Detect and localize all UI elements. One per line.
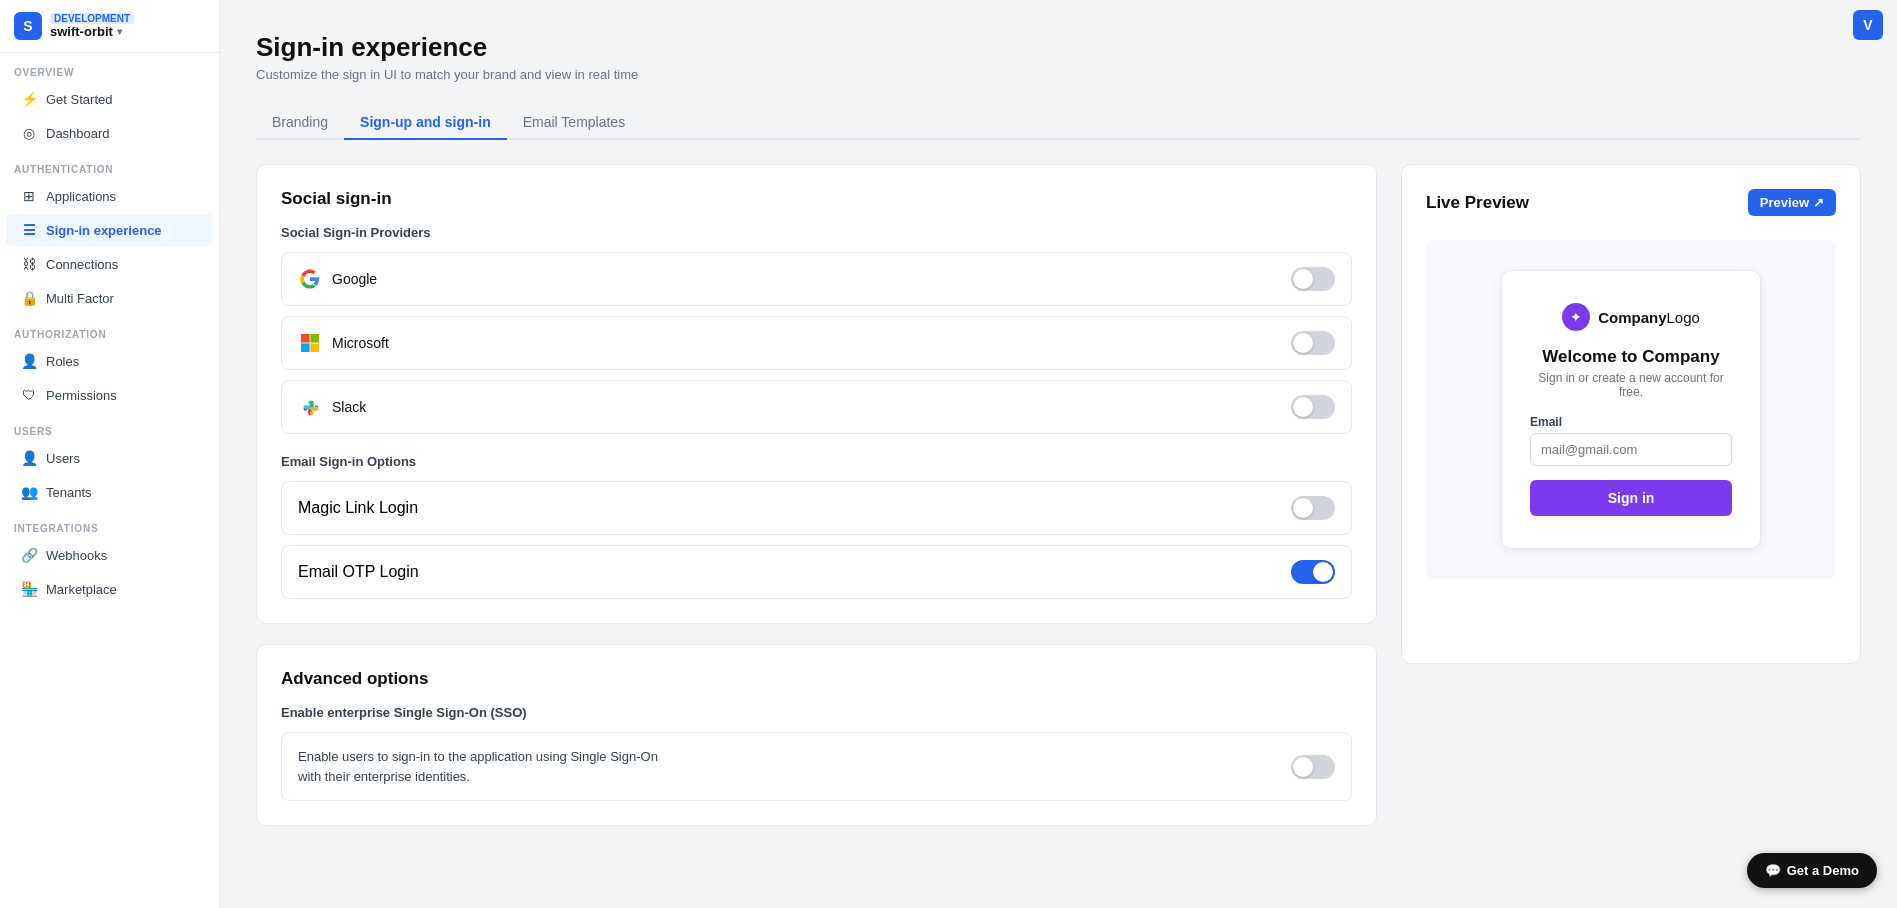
preview-title: Live Preview <box>1426 193 1529 213</box>
mock-signin-button[interactable]: Sign in <box>1530 480 1732 516</box>
microsoft-toggle[interactable] <box>1291 331 1335 355</box>
google-icon <box>298 267 322 291</box>
page-subtitle: Customize the sign in UI to match your b… <box>256 67 1861 82</box>
bolt-icon: ⚡ <box>20 90 38 108</box>
sso-description: Enable users to sign-in to the applicati… <box>298 747 678 786</box>
providers-label: Social Sign-in Providers <box>281 225 1352 240</box>
google-label: Google <box>332 271 377 287</box>
lock-icon: 🔒 <box>20 289 38 307</box>
tab-signup-signin[interactable]: Sign-up and sign-in <box>344 106 507 140</box>
svg-rect-1 <box>310 334 319 343</box>
slack-toggle[interactable] <box>1291 395 1335 419</box>
svg-rect-2 <box>301 343 310 352</box>
user-icon: 👤 <box>20 449 38 467</box>
magic-link-label: Magic Link Login <box>298 499 418 517</box>
sidebar-item-sign-in-experience[interactable]: ☰ Sign-in experience <box>6 214 213 246</box>
tab-bar: Branding Sign-up and sign-in Email Templ… <box>256 106 1861 140</box>
preview-header: Live Preview Preview ↗ <box>1426 189 1836 216</box>
sidebar-item-webhooks[interactable]: 🔗 Webhooks <box>6 539 213 571</box>
slack-label: Slack <box>332 399 366 415</box>
left-panel: Social sign-in Social Sign-in Providers <box>256 164 1377 826</box>
right-panel: Live Preview Preview ↗ ✦ CompanyLogo <box>1401 164 1861 826</box>
external-link-icon: ↗ <box>1813 195 1824 210</box>
preview-card: Live Preview Preview ↗ ✦ CompanyLogo <box>1401 164 1861 664</box>
advanced-options-card: Advanced options Enable enterprise Singl… <box>256 644 1377 826</box>
google-provider-left: Google <box>298 267 377 291</box>
mock-logo-text: Company <box>1598 309 1666 326</box>
social-signin-card: Social sign-in Social Sign-in Providers <box>256 164 1377 624</box>
magic-link-toggle[interactable] <box>1291 496 1335 520</box>
sidebar-item-tenants[interactable]: 👥 Tenants <box>6 476 213 508</box>
section-integrations: INTEGRATIONS <box>0 509 219 538</box>
sidebar: S DEVELOPMENT swift-orbit ▾ OVERVIEW ⚡ G… <box>0 0 220 908</box>
mock-subtext: Sign in or create a new account for free… <box>1530 371 1732 399</box>
google-provider-row: Google <box>281 252 1352 306</box>
chat-icon: 💬 <box>1765 863 1781 878</box>
chevron-down-icon: ▾ <box>117 26 122 37</box>
magic-link-row: Magic Link Login <box>281 481 1352 535</box>
connections-icon: ⛓ <box>20 255 38 273</box>
get-demo-button[interactable]: 💬 Get a Demo <box>1747 853 1877 888</box>
webhooks-icon: 🔗 <box>20 546 38 564</box>
svg-rect-3 <box>310 343 319 352</box>
sidebar-item-applications[interactable]: ⊞ Applications <box>6 180 213 212</box>
page-title: Sign-in experience <box>256 32 1861 63</box>
main-content: Sign-in experience Customize the sign in… <box>220 0 1897 908</box>
preview-button[interactable]: Preview ↗ <box>1748 189 1836 216</box>
email-otp-row: Email OTP Login <box>281 545 1352 599</box>
env-badge: DEVELOPMENT <box>50 13 134 24</box>
sso-row: Enable users to sign-in to the applicati… <box>281 732 1352 801</box>
mock-logo-icon: ✦ <box>1562 303 1590 331</box>
slack-icon <box>298 395 322 419</box>
sidebar-item-connections[interactable]: ⛓ Connections <box>6 248 213 280</box>
sso-label: Enable enterprise Single Sign-On (SSO) <box>281 705 1352 720</box>
roles-icon: 👤 <box>20 352 38 370</box>
dashboard-icon: ◎ <box>20 124 38 142</box>
email-otp-label: Email OTP Login <box>298 563 419 581</box>
org-name: swift-orbit ▾ <box>50 24 134 39</box>
social-signin-title: Social sign-in <box>281 189 1352 209</box>
sidebar-item-marketplace[interactable]: 🏪 Marketplace <box>6 573 213 605</box>
sign-in-icon: ☰ <box>20 221 38 239</box>
sidebar-item-users[interactable]: 👤 Users <box>6 442 213 474</box>
sidebar-item-get-started[interactable]: ⚡ Get Started <box>6 83 213 115</box>
sso-toggle[interactable] <box>1291 755 1335 779</box>
tab-email-templates[interactable]: Email Templates <box>507 106 641 140</box>
mock-logo: ✦ CompanyLogo <box>1530 303 1732 331</box>
mock-email-label: Email <box>1530 415 1732 429</box>
email-signin-label: Email Sign-in Options <box>281 454 1352 469</box>
advanced-title: Advanced options <box>281 669 1352 689</box>
shield-icon: 🛡 <box>20 386 38 404</box>
sidebar-item-permissions[interactable]: 🛡 Permissions <box>6 379 213 411</box>
microsoft-label: Microsoft <box>332 335 389 351</box>
tab-branding[interactable]: Branding <box>256 106 344 140</box>
mock-form-container: ✦ CompanyLogo Welcome to Company Sign in… <box>1426 240 1836 579</box>
sidebar-item-roles[interactable]: 👤 Roles <box>6 345 213 377</box>
sidebar-item-dashboard[interactable]: ◎ Dashboard <box>6 117 213 149</box>
slack-provider-row: Slack <box>281 380 1352 434</box>
marketplace-icon: 🏪 <box>20 580 38 598</box>
org-logo: S <box>14 12 42 40</box>
section-authorization: AUTHORIZATION <box>0 315 219 344</box>
applications-icon: ⊞ <box>20 187 38 205</box>
mock-form: ✦ CompanyLogo Welcome to Company Sign in… <box>1501 270 1761 549</box>
sidebar-header[interactable]: S DEVELOPMENT swift-orbit ▾ <box>0 0 219 53</box>
mock-welcome: Welcome to Company <box>1530 347 1732 367</box>
microsoft-provider-row: Microsoft <box>281 316 1352 370</box>
user-avatar[interactable]: V <box>1853 10 1883 40</box>
svg-rect-0 <box>301 334 310 343</box>
microsoft-icon <box>298 331 322 355</box>
sidebar-item-multi-factor[interactable]: 🔒 Multi Factor <box>6 282 213 314</box>
section-users: USERS <box>0 412 219 441</box>
section-authentication: AUTHENTICATION <box>0 150 219 179</box>
microsoft-provider-left: Microsoft <box>298 331 389 355</box>
google-toggle[interactable] <box>1291 267 1335 291</box>
email-otp-toggle[interactable] <box>1291 560 1335 584</box>
section-overview: OVERVIEW <box>0 53 219 82</box>
mock-email-input[interactable] <box>1530 433 1732 466</box>
tenants-icon: 👥 <box>20 483 38 501</box>
slack-provider-left: Slack <box>298 395 366 419</box>
